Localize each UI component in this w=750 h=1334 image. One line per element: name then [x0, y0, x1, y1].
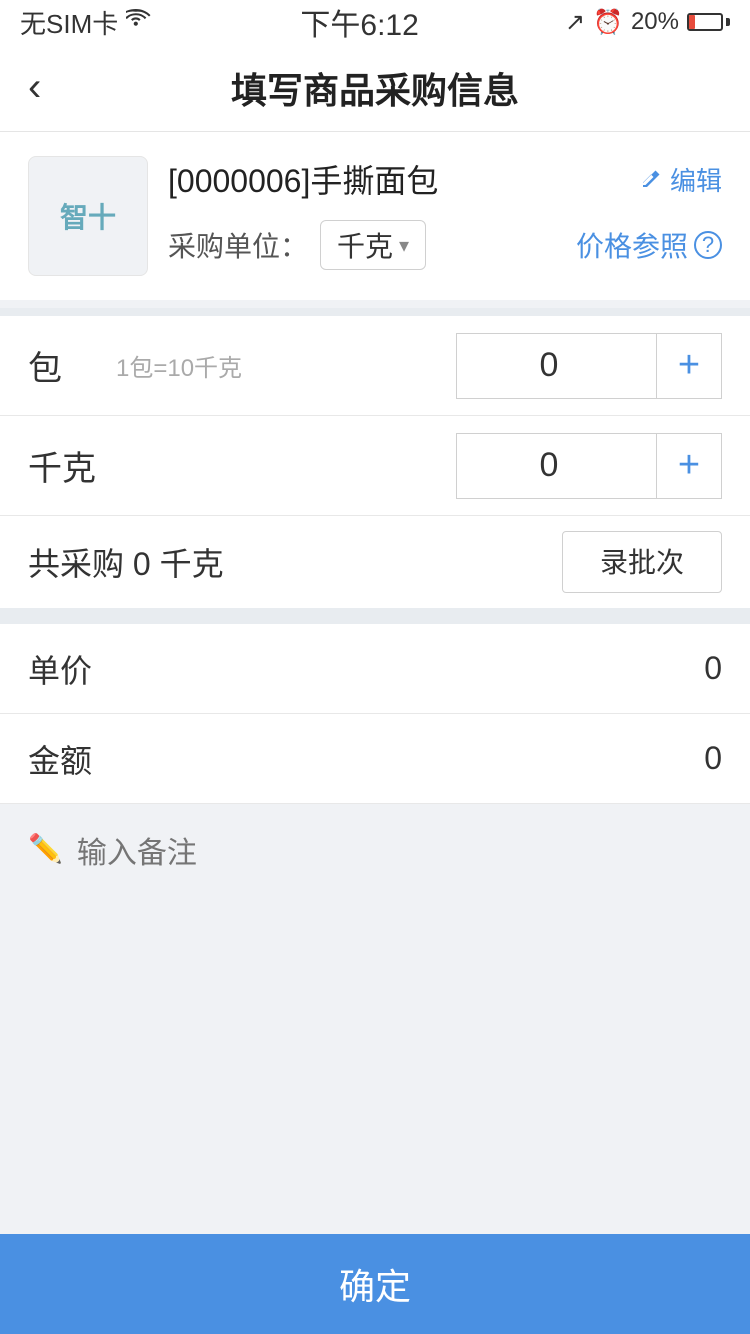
status-bar: 无SIM卡 下午6:12 ↗ ⏰ 20%: [0, 0, 750, 44]
pencil-icon: ✏️: [28, 832, 63, 865]
remark-area[interactable]: ✏️: [0, 804, 750, 954]
edit-label: 编辑: [670, 161, 722, 198]
battery-percent: 20%: [631, 8, 679, 36]
kg-label: 千克: [28, 441, 108, 490]
kg-quantity-input[interactable]: [456, 433, 656, 499]
wifi-icon: [126, 7, 154, 38]
price-ref-help-icon: ?: [694, 231, 722, 259]
chevron-down-icon: ▾: [399, 233, 409, 258]
kg-input-group: +: [456, 433, 722, 499]
status-left: 无SIM卡: [20, 4, 154, 41]
status-time: 下午6:12: [300, 0, 418, 44]
amount-row: 金额 0: [0, 714, 750, 804]
status-right: ↗ ⏰ 20%: [565, 8, 730, 37]
bag-plus-button[interactable]: +: [656, 333, 722, 399]
summary-row: 共采购 0 千克 录批次: [0, 516, 750, 616]
bag-input-row: 包 1包=10千克 +: [0, 316, 750, 416]
unit-value: 千克: [337, 225, 393, 265]
kg-input-row: 千克 +: [0, 416, 750, 516]
kg-plus-button[interactable]: +: [656, 433, 722, 499]
product-info: [0000006]手撕面包 编辑 采购单位： 千克 ▾ 价格参照 ?: [168, 156, 722, 270]
product-logo: 智十: [60, 196, 116, 236]
amount-value: 0: [704, 740, 722, 777]
confirm-button-label: 确定: [339, 1258, 411, 1310]
product-thumbnail: 智十: [28, 156, 148, 276]
back-button[interactable]: ‹: [28, 65, 41, 110]
battery-icon: [687, 13, 730, 31]
nav-bar: ‹ 填写商品采购信息: [0, 44, 750, 132]
product-name: [0000006]手撕面包: [168, 156, 438, 202]
bag-input-group: +: [456, 333, 722, 399]
unit-price-label: 单价: [28, 646, 92, 692]
price-section: 单价 0 金额 0: [0, 624, 750, 804]
content-spacer: [0, 954, 750, 1234]
location-icon: ↗: [565, 8, 585, 37]
remark-input[interactable]: [77, 828, 722, 930]
price-ref-label: 价格参照: [576, 225, 688, 265]
edit-button[interactable]: 编辑: [640, 161, 722, 198]
bag-sublabel: 1包=10千克: [116, 348, 456, 383]
bag-quantity-input[interactable]: [456, 333, 656, 399]
section-divider-1: [0, 308, 750, 316]
bag-label: 包: [28, 341, 108, 390]
unit-label: 采购单位：: [168, 225, 308, 265]
price-ref-button[interactable]: 价格参照 ?: [576, 225, 722, 265]
carrier-label: 无SIM卡: [20, 4, 118, 41]
unit-select[interactable]: 千克 ▾: [320, 220, 426, 270]
product-card: 智十 [0000006]手撕面包 编辑 采购单位： 千克 ▾ 价格参照 ?: [0, 132, 750, 308]
unit-price-value: 0: [704, 650, 722, 687]
page-title: 填写商品采购信息: [231, 62, 519, 114]
input-section: 包 1包=10千克 + 千克 +: [0, 316, 750, 516]
amount-label: 金额: [28, 736, 92, 782]
section-divider-2: [0, 616, 750, 624]
summary-text: 共采购 0 千克: [28, 539, 224, 585]
unit-price-row: 单价 0: [0, 624, 750, 714]
batch-button[interactable]: 录批次: [562, 531, 722, 593]
alarm-icon: ⏰: [593, 8, 623, 37]
confirm-bar[interactable]: 确定: [0, 1234, 750, 1334]
